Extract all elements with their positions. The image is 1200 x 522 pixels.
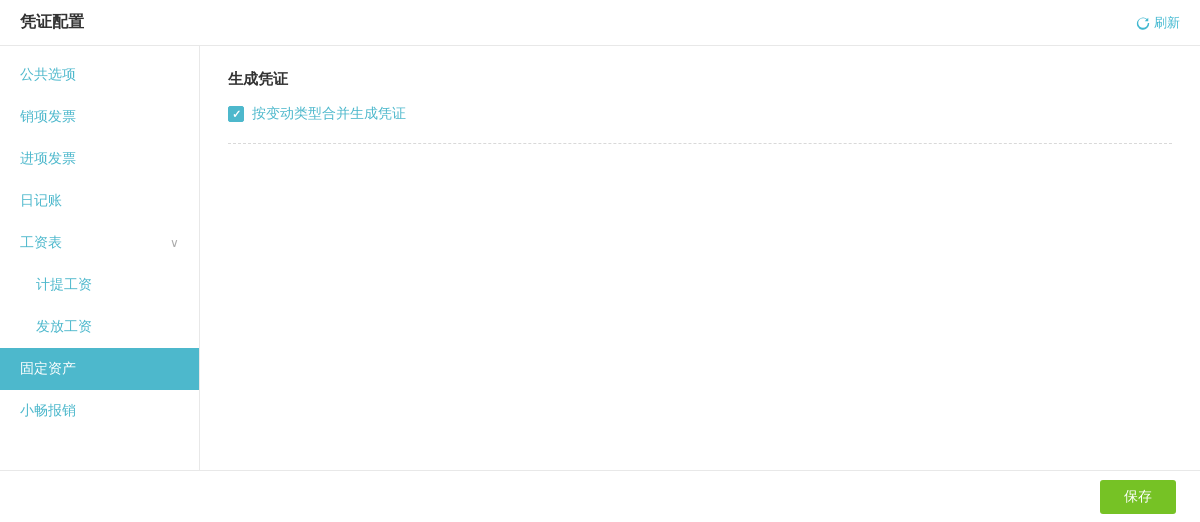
sidebar-item-payroll[interactable]: 工资表 ∨	[0, 222, 199, 264]
refresh-label: 刷新	[1154, 14, 1180, 32]
sidebar-item-label: 计提工资	[36, 276, 92, 294]
merge-by-type-checkbox[interactable]	[228, 106, 244, 122]
sidebar-item-purchase-invoice[interactable]: 进项发票	[0, 138, 199, 180]
sidebar-item-label: 销项发票	[20, 108, 76, 126]
sidebar: 公共选项销项发票进项发票日记账工资表 ∨ 计提工资发放工资固定资产小畅报销	[0, 46, 200, 470]
sidebar-item-sales-invoice[interactable]: 销项发票	[0, 96, 199, 138]
section-divider	[228, 143, 1172, 144]
page-title: 凭证配置	[20, 12, 84, 33]
footer: 保存	[0, 470, 1200, 522]
sidebar-item-label: 工资表	[20, 234, 62, 252]
header: 凭证配置 刷新	[0, 0, 1200, 46]
sidebar-item-journal[interactable]: 日记账	[0, 180, 199, 222]
chevron-down-icon: ∨	[170, 236, 179, 250]
checkbox-row: 按变动类型合并生成凭证	[228, 105, 1172, 123]
sidebar-item-label: 公共选项	[20, 66, 76, 84]
sidebar-item-fixed-assets[interactable]: 固定资产	[0, 348, 199, 390]
refresh-icon	[1136, 16, 1150, 30]
save-button[interactable]: 保存	[1100, 480, 1176, 514]
sidebar-item-payroll-pay[interactable]: 发放工资	[0, 306, 199, 348]
content-area: 生成凭证 按变动类型合并生成凭证	[200, 46, 1200, 470]
sidebar-item-label: 固定资产	[20, 360, 76, 378]
sidebar-item-label: 小畅报销	[20, 402, 76, 420]
sidebar-item-payroll-calc[interactable]: 计提工资	[0, 264, 199, 306]
main-container: 公共选项销项发票进项发票日记账工资表 ∨ 计提工资发放工资固定资产小畅报销 生成凭证…	[0, 46, 1200, 470]
sidebar-item-label: 日记账	[20, 192, 62, 210]
sidebar-item-expense[interactable]: 小畅报销	[0, 390, 199, 432]
sidebar-item-label: 发放工资	[36, 318, 92, 336]
sidebar-item-label: 进项发票	[20, 150, 76, 168]
sidebar-item-public[interactable]: 公共选项	[0, 54, 199, 96]
refresh-button[interactable]: 刷新	[1136, 14, 1180, 32]
merge-by-type-label[interactable]: 按变动类型合并生成凭证	[252, 105, 406, 123]
section-title: 生成凭证	[228, 70, 1172, 89]
